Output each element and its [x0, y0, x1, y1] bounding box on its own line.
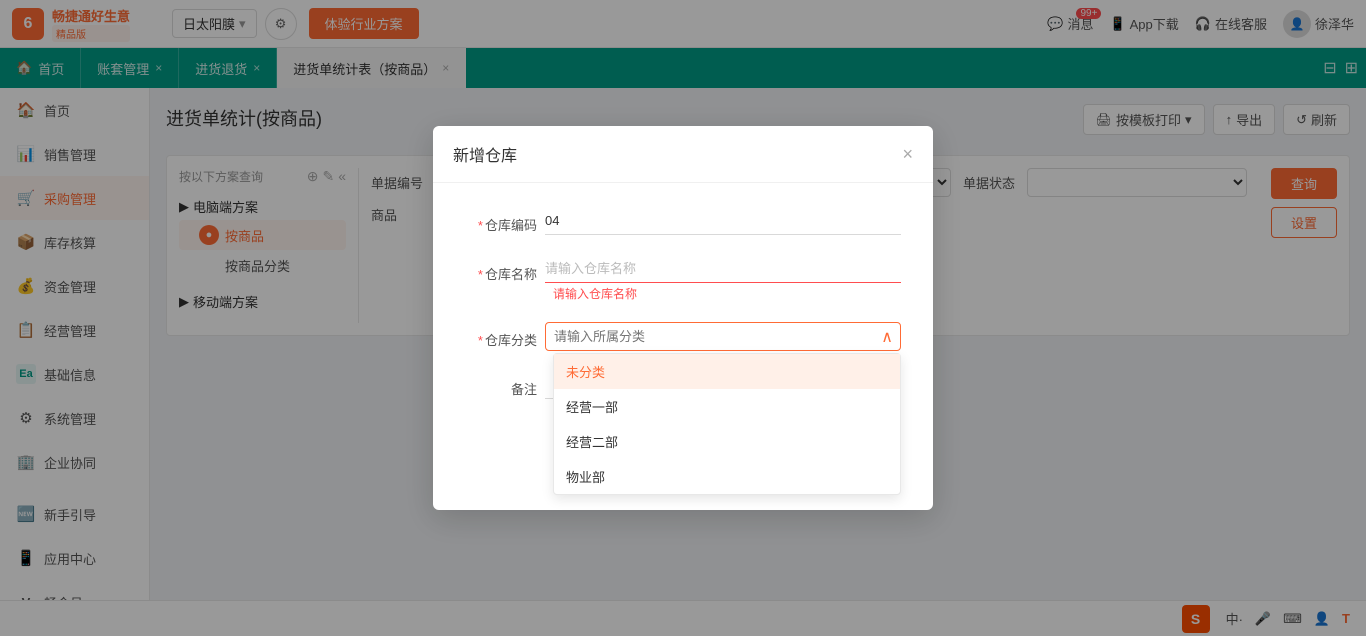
modal-title: 新增仓库 [453, 142, 517, 166]
note-label: 备注 [465, 371, 545, 398]
name-input[interactable] [545, 255, 901, 283]
form-row-code: 仓库编码 [465, 207, 901, 235]
category-input[interactable] [545, 322, 901, 351]
modal-close-button[interactable]: × [902, 144, 913, 165]
modal-overlay[interactable]: 新增仓库 × 仓库编码 仓库名称 请输入仓库名称 仓库分类 [0, 0, 1366, 636]
category-select-wrapper: ∧ [545, 322, 901, 351]
dropdown-item-ops2[interactable]: 经营二部 [554, 424, 900, 459]
dropdown-item-property[interactable]: 物业部 [554, 459, 900, 494]
code-input[interactable] [545, 207, 901, 235]
dropdown-item-none[interactable]: 未分类 [554, 354, 900, 389]
form-row-category: 仓库分类 ∧ 未分类 经营一部 经营二部 物业部 [465, 322, 901, 351]
modal-body: 仓库编码 仓库名称 请输入仓库名称 仓库分类 ∧ [433, 183, 933, 443]
category-label: 仓库分类 [465, 322, 545, 349]
code-label: 仓库编码 [465, 207, 545, 234]
category-dropdown-arrow[interactable]: ∧ [881, 327, 893, 347]
form-row-name: 仓库名称 请输入仓库名称 [465, 255, 901, 302]
dropdown-item-ops1[interactable]: 经营一部 [554, 389, 900, 424]
name-label: 仓库名称 [465, 256, 545, 283]
new-warehouse-modal: 新增仓库 × 仓库编码 仓库名称 请输入仓库名称 仓库分类 [433, 126, 933, 510]
modal-header: 新增仓库 × [433, 126, 933, 183]
name-error-msg: 请输入仓库名称 [553, 285, 637, 302]
category-dropdown: 未分类 经营一部 经营二部 物业部 [553, 353, 901, 495]
